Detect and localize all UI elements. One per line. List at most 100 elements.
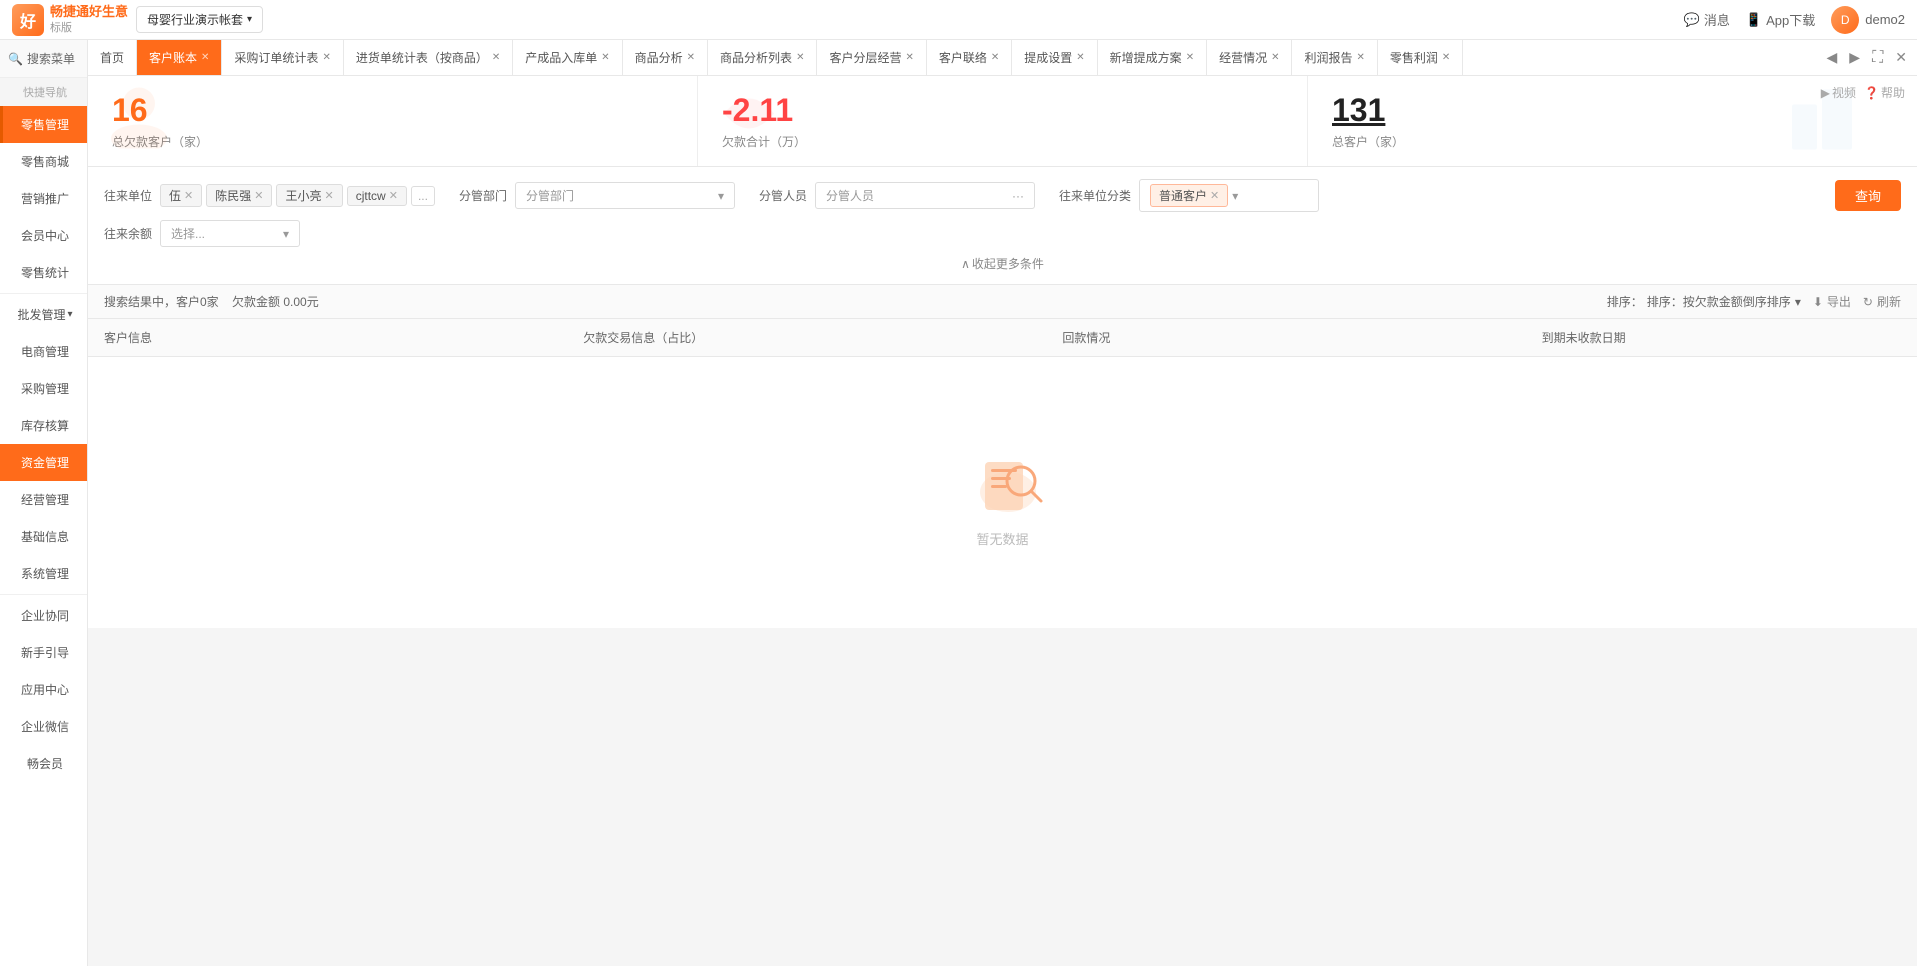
refresh-button[interactable]: ↻ 刷新 bbox=[1863, 293, 1901, 310]
col-repayment: 回款情况 bbox=[1062, 329, 1541, 346]
sidebar-item-member[interactable]: 会员中心 bbox=[0, 217, 87, 254]
sidebar-item-marketing[interactable]: 营销推广 bbox=[0, 180, 87, 217]
tab-commission-settings[interactable]: 提成设置 ✕ bbox=[1012, 40, 1097, 76]
unit-tag-wu[interactable]: 伍 ✕ bbox=[160, 184, 202, 207]
export-button[interactable]: ⬇ 导出 bbox=[1813, 293, 1851, 310]
collapse-icon: ∧ bbox=[961, 257, 970, 271]
unit-tag-wang-remove[interactable]: ✕ bbox=[325, 189, 334, 202]
unit-tag-wu-remove[interactable]: ✕ bbox=[184, 189, 193, 202]
avatar: D bbox=[1831, 6, 1859, 34]
top-bar-left: 好 畅捷通好生意 标版 母婴行业演示帐套 ▾ bbox=[12, 4, 263, 36]
tab-close-icon[interactable]: ✕ bbox=[601, 52, 609, 63]
dept-label: 分管部门 bbox=[459, 187, 507, 204]
sidebar-item-retail[interactable]: 零售管理 bbox=[0, 106, 87, 143]
tab-customer-contact[interactable]: 客户联络 ✕ bbox=[927, 40, 1012, 76]
sidebar-item-guide[interactable]: 新手引导 bbox=[0, 634, 87, 671]
person-label: 分管人员 bbox=[759, 187, 807, 204]
messages-btn[interactable]: 💬 消息 bbox=[1684, 10, 1730, 29]
tab-close-icon[interactable]: ✕ bbox=[905, 52, 913, 63]
sidebar-item-member-vip[interactable]: 畅会员 bbox=[0, 745, 87, 782]
tab-business-status[interactable]: 经营情况 ✕ bbox=[1207, 40, 1292, 76]
video-help-btn[interactable]: ▶ 视频 bbox=[1821, 84, 1856, 101]
tab-close-icon[interactable]: ✕ bbox=[991, 52, 999, 63]
refresh-icon: ↻ bbox=[1863, 295, 1873, 309]
chevron-down-icon: ▾ bbox=[247, 14, 252, 25]
tab-customer-segment[interactable]: 客户分层经营 ✕ bbox=[817, 40, 926, 76]
message-icon: 💬 bbox=[1684, 12, 1700, 28]
export-icon: ⬇ bbox=[1813, 295, 1823, 309]
tab-close-icon[interactable]: ✕ bbox=[1442, 52, 1450, 63]
tab-purchase-order-stats[interactable]: 采购订单统计表 ✕ bbox=[222, 40, 343, 76]
tab-next-icon[interactable]: ▶ bbox=[1845, 47, 1864, 68]
unit-tag-more[interactable]: ... bbox=[411, 186, 435, 206]
unit-class-tag[interactable]: 普通客户 ✕ bbox=[1150, 184, 1228, 207]
layout: 🔍 搜索菜单 快捷导航 零售管理 零售商城 营销推广 会员中心 零售统计 批发管… bbox=[0, 40, 1917, 966]
tab-retail-profit[interactable]: 零售利润 ✕ bbox=[1378, 40, 1463, 76]
sidebar-item-retail-stats[interactable]: 零售统计 bbox=[0, 254, 87, 291]
sort-icon: 排序： bbox=[1607, 293, 1643, 310]
tab-close-all-icon[interactable]: ✕ bbox=[1891, 47, 1911, 68]
sort-selector[interactable]: 排序： 排序：按欠款金额倒序排序 ▾ bbox=[1607, 293, 1801, 310]
query-button[interactable]: 查询 bbox=[1835, 180, 1901, 211]
tab-close-icon[interactable]: ✕ bbox=[1186, 52, 1194, 63]
page-content: 16 总欠款客户（家） -2.11 欠款合计（万） bbox=[88, 76, 1917, 966]
unit-tag-chen-remove[interactable]: ✕ bbox=[254, 189, 263, 202]
tab-close-icon[interactable]: ✕ bbox=[687, 52, 695, 63]
tab-customer-ledger[interactable]: 客户账本 ✕ bbox=[137, 40, 222, 76]
stat-credit-total: -2.11 欠款合计（万） bbox=[698, 76, 1308, 166]
logo-area: 好 畅捷通好生意 标版 bbox=[12, 4, 128, 36]
doc-help-btn[interactable]: ❓ 帮助 bbox=[1864, 84, 1905, 101]
sidebar-item-retail-mall[interactable]: 零售商城 bbox=[0, 143, 87, 180]
store-selector[interactable]: 母婴行业演示帐套 ▾ bbox=[136, 6, 263, 33]
tab-close-icon[interactable]: ✕ bbox=[322, 52, 330, 63]
sidebar-item-enterprise[interactable]: 企业协同 bbox=[0, 597, 87, 634]
more-icon: ··· bbox=[1012, 189, 1024, 203]
sidebar-item-inventory[interactable]: 库存核算 bbox=[0, 407, 87, 444]
user-area[interactable]: D demo2 bbox=[1831, 6, 1905, 34]
collapse-btn[interactable]: ∧ 收起更多条件 bbox=[104, 255, 1901, 272]
unit-class-label: 往来单位分类 bbox=[1059, 187, 1131, 204]
sidebar-search[interactable]: 🔍 搜索菜单 bbox=[0, 40, 87, 78]
sidebar-item-app-center[interactable]: 应用中心 bbox=[0, 671, 87, 708]
person-select[interactable]: 分管人员 ··· bbox=[815, 182, 1035, 209]
tab-add-commission[interactable]: 新增提成方案 ✕ bbox=[1098, 40, 1207, 76]
col-credit-info: 欠款交易信息（占比） bbox=[583, 329, 1062, 346]
result-bar-right: 排序： 排序：按欠款金额倒序排序 ▾ ⬇ 导出 ↻ 刷新 bbox=[1607, 293, 1901, 310]
sidebar-item-wholesale[interactable]: 批发管理 ▾ bbox=[0, 296, 87, 333]
unit-class-select[interactable]: 普通客户 ✕ ▾ bbox=[1139, 179, 1319, 212]
unit-tag-cjttcw[interactable]: cjttcw ✕ bbox=[347, 186, 407, 206]
tab-home[interactable]: 首页 bbox=[88, 40, 137, 76]
sidebar-item-operation[interactable]: 经营管理 bbox=[0, 481, 87, 518]
tab-close-icon[interactable]: ✕ bbox=[1076, 52, 1084, 63]
app-download-btn[interactable]: 📱 App下载 bbox=[1746, 10, 1815, 29]
tab-prev-icon[interactable]: ◀ bbox=[1823, 47, 1842, 68]
chevron-down-icon: ▾ bbox=[1232, 189, 1238, 203]
tab-product-analysis-list[interactable]: 商品分析列表 ✕ bbox=[708, 40, 817, 76]
tab-close-icon[interactable]: ✕ bbox=[1357, 52, 1365, 63]
unit-tag-wang[interactable]: 王小亮 ✕ bbox=[276, 184, 342, 207]
tab-close-icon[interactable]: ✕ bbox=[796, 52, 804, 63]
stat-total-customers: ▶ 视频 ❓ 帮助 131 总客户（家） bbox=[1308, 76, 1917, 166]
sidebar-item-finance[interactable]: 资金管理 bbox=[0, 444, 87, 481]
tab-product-analysis[interactable]: 商品分析 ✕ bbox=[623, 40, 708, 76]
tab-close-icon[interactable]: ✕ bbox=[492, 52, 500, 63]
sidebar-item-system[interactable]: 系统管理 bbox=[0, 555, 87, 592]
tab-expand-icon[interactable]: ⛶ bbox=[1868, 47, 1887, 69]
sidebar-item-purchase[interactable]: 采购管理 bbox=[0, 370, 87, 407]
tab-close-icon[interactable]: ✕ bbox=[201, 52, 209, 63]
sidebar-item-wechat[interactable]: 企业微信 bbox=[0, 708, 87, 745]
stat-credit-total-label: 欠款合计（万） bbox=[722, 133, 1283, 150]
unit-tag-cjttcw-remove[interactable]: ✕ bbox=[389, 189, 398, 202]
top-bar: 好 畅捷通好生意 标版 母婴行业演示帐套 ▾ 💬 消息 📱 App下载 D de… bbox=[0, 0, 1917, 40]
tab-product-inbound[interactable]: 产成品入库单 ✕ bbox=[513, 40, 622, 76]
result-text: 搜索结果中，客户0家 欠款金额 0.00元 bbox=[104, 293, 319, 310]
tab-inbound-stats[interactable]: 进货单统计表（按商品） ✕ bbox=[344, 40, 513, 76]
sidebar-item-ecommerce[interactable]: 电商管理 bbox=[0, 333, 87, 370]
tab-profit-report[interactable]: 利润报告 ✕ bbox=[1292, 40, 1377, 76]
sidebar-item-basic-info[interactable]: 基础信息 bbox=[0, 518, 87, 555]
dept-select[interactable]: 分管部门 ▾ bbox=[515, 182, 735, 209]
unit-tag-chen[interactable]: 陈民强 ✕ bbox=[206, 184, 272, 207]
unit-class-tag-remove[interactable]: ✕ bbox=[1210, 189, 1219, 202]
tab-close-icon[interactable]: ✕ bbox=[1271, 52, 1279, 63]
balance-select[interactable]: 选择... ▾ bbox=[160, 220, 300, 247]
